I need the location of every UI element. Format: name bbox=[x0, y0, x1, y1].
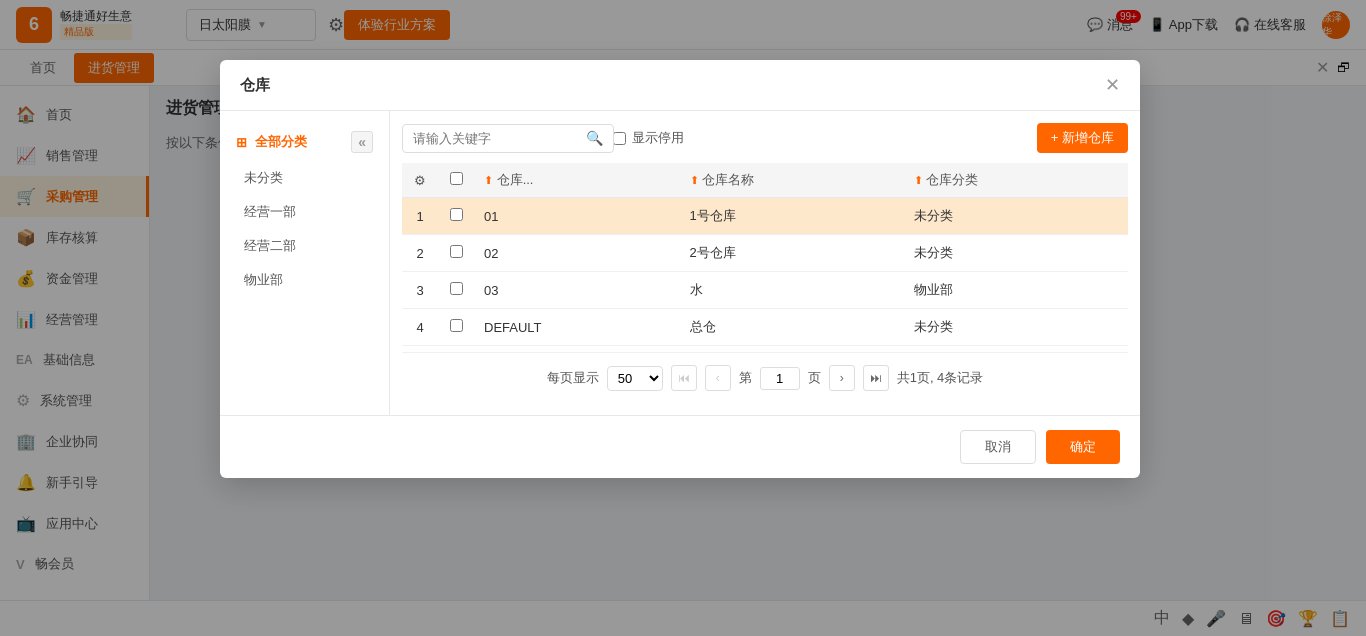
cat-item-ops2[interactable]: 经营二部 bbox=[220, 229, 389, 263]
row-category: 未分类 bbox=[904, 198, 1128, 235]
row-index: 1 bbox=[402, 198, 438, 235]
row-code: 01 bbox=[474, 198, 680, 235]
categories-panel: ⊞ 全部分类 « 未分类 经营一部 经营二部 物业部 bbox=[220, 111, 390, 415]
row-checkbox[interactable] bbox=[450, 319, 463, 332]
sort-code-icon: ⬆ bbox=[484, 174, 493, 186]
search-wrapper: 🔍 bbox=[402, 124, 603, 153]
collapse-button[interactable]: « bbox=[351, 131, 373, 153]
row-checkbox[interactable] bbox=[450, 245, 463, 258]
row-code: 03 bbox=[474, 272, 680, 309]
search-input[interactable] bbox=[402, 124, 614, 153]
table-toolbar: 🔍 显示停用 + 新增仓库 bbox=[402, 123, 1128, 153]
modal-close-button[interactable]: ✕ bbox=[1105, 74, 1120, 96]
table-row[interactable]: 2 02 2号仓库 未分类 bbox=[402, 235, 1128, 272]
cat-item-uncategorized[interactable]: 未分类 bbox=[220, 161, 389, 195]
warehouse-modal: 仓库 ✕ ⊞ 全部分类 « 未分类 经营一部 经营二部 物业部 bbox=[220, 60, 1140, 478]
modal-header: 仓库 ✕ bbox=[220, 60, 1140, 111]
page-input[interactable]: 1 bbox=[760, 367, 800, 390]
pagination: 每页显示 10 20 50 100 ⏮ ‹ 第 1 页 › ⏭ 共1页, 4条记… bbox=[402, 352, 1128, 403]
row-name: 总仓 bbox=[680, 309, 904, 346]
total-info: 共1页, 4条记录 bbox=[897, 369, 984, 387]
table-gear-icon[interactable]: ⚙ bbox=[414, 173, 426, 188]
row-category: 物业部 bbox=[904, 272, 1128, 309]
warehouse-table: ⚙ ⬆ 仓库... ⬆ 仓库名称 bbox=[402, 163, 1128, 346]
row-name: 1号仓库 bbox=[680, 198, 904, 235]
search-icon[interactable]: 🔍 bbox=[586, 130, 603, 146]
confirm-button[interactable]: 确定 bbox=[1046, 430, 1120, 464]
row-index: 4 bbox=[402, 309, 438, 346]
prev-page-button[interactable]: ‹ bbox=[705, 365, 731, 391]
row-checkbox[interactable] bbox=[450, 208, 463, 221]
row-code: DEFAULT bbox=[474, 309, 680, 346]
col-name: ⬆ 仓库名称 bbox=[680, 163, 904, 198]
table-panel: 🔍 显示停用 + 新增仓库 ⚙ bbox=[390, 111, 1140, 415]
row-category: 未分类 bbox=[904, 309, 1128, 346]
cancel-button[interactable]: 取消 bbox=[960, 430, 1036, 464]
add-warehouse-button[interactable]: + 新增仓库 bbox=[1037, 123, 1128, 153]
first-page-button[interactable]: ⏮ bbox=[671, 365, 697, 391]
modal-body: ⊞ 全部分类 « 未分类 经营一部 经营二部 物业部 🔍 bbox=[220, 111, 1140, 415]
select-all-checkbox[interactable] bbox=[450, 172, 463, 185]
row-category: 未分类 bbox=[904, 235, 1128, 272]
row-index: 3 bbox=[402, 272, 438, 309]
show-disabled-checkbox[interactable]: 显示停用 bbox=[613, 129, 684, 147]
table-row[interactable]: 1 01 1号仓库 未分类 bbox=[402, 198, 1128, 235]
next-page-button[interactable]: › bbox=[829, 365, 855, 391]
col-category: ⬆ 仓库分类 bbox=[904, 163, 1128, 198]
show-disabled-check[interactable] bbox=[613, 132, 626, 145]
table-row[interactable]: 4 DEFAULT 总仓 未分类 bbox=[402, 309, 1128, 346]
row-checkbox[interactable] bbox=[450, 282, 463, 295]
row-index: 2 bbox=[402, 235, 438, 272]
sort-name-icon: ⬆ bbox=[690, 174, 699, 186]
grid-icon: ⊞ bbox=[236, 135, 247, 150]
table-row[interactable]: 3 03 水 物业部 bbox=[402, 272, 1128, 309]
modal-footer: 取消 确定 bbox=[220, 415, 1140, 478]
all-categories-button[interactable]: ⊞ 全部分类 « bbox=[220, 123, 389, 161]
cat-item-property[interactable]: 物业部 bbox=[220, 263, 389, 297]
all-categories-label: 全部分类 bbox=[255, 133, 307, 151]
col-code: ⬆ 仓库... bbox=[474, 163, 680, 198]
row-code: 02 bbox=[474, 235, 680, 272]
page-label: 第 bbox=[739, 369, 752, 387]
row-name: 2号仓库 bbox=[680, 235, 904, 272]
col-gear: ⚙ bbox=[402, 163, 438, 198]
per-page-label: 每页显示 bbox=[547, 369, 599, 387]
modal-title: 仓库 bbox=[240, 76, 270, 95]
cat-item-ops1[interactable]: 经营一部 bbox=[220, 195, 389, 229]
sort-cat-icon: ⬆ bbox=[914, 174, 923, 186]
last-page-button[interactable]: ⏭ bbox=[863, 365, 889, 391]
row-name: 水 bbox=[680, 272, 904, 309]
page-unit: 页 bbox=[808, 369, 821, 387]
col-checkbox bbox=[438, 163, 474, 198]
per-page-select[interactable]: 10 20 50 100 bbox=[607, 366, 663, 391]
